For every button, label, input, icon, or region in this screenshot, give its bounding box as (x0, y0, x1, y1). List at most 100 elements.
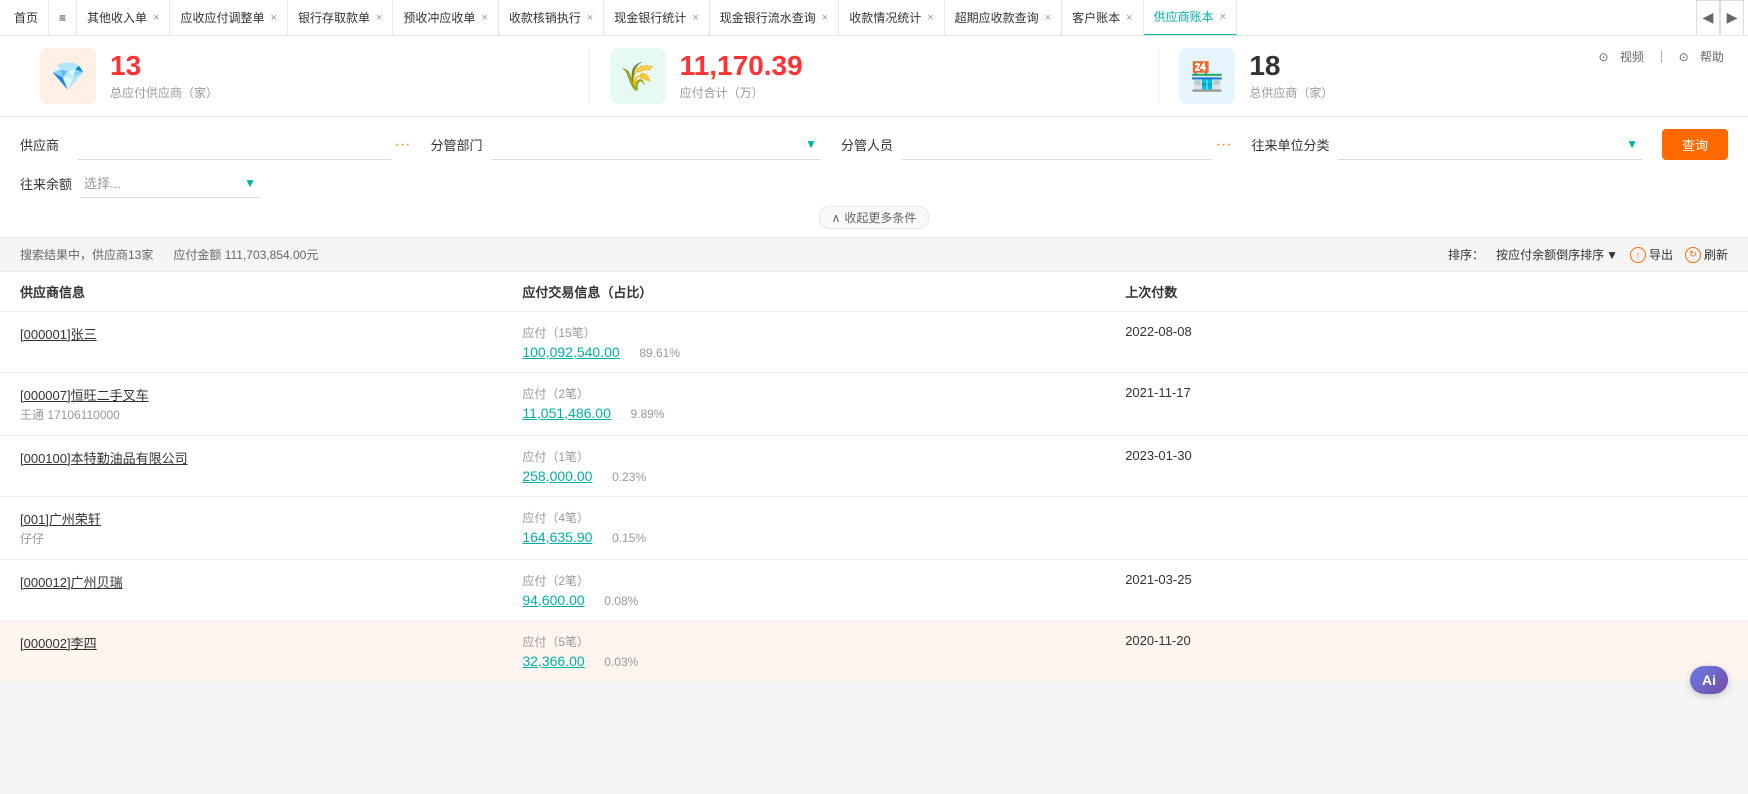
nav-tab-ar-ap-adjust-label: 应收应付调整单 (180, 9, 264, 26)
category-select-arrow-icon: ▼ (1626, 137, 1638, 151)
nav-tab-customer-ledger[interactable]: 客户账本 × (1062, 0, 1143, 36)
nav-tab-ar-ap-adjust[interactable]: 应收应付调整单 × (170, 0, 287, 36)
filter-item-dept: 分管部门 ▼ (431, 130, 822, 160)
nav-tab-home[interactable]: 首页 (4, 0, 49, 36)
filter-label-balance: 往来余额 (20, 174, 72, 193)
filter-label-category: 往来单位分类 (1252, 135, 1330, 154)
transaction-label-4: 应付（4笔） (522, 509, 1125, 526)
filter-item-supplier: 供应商 ··· (20, 130, 411, 160)
balance-select-arrow-icon: ▼ (244, 176, 256, 190)
transaction-label-1: 应付（15笔） (522, 324, 1125, 341)
nav-tab-supplier-ledger-close[interactable]: × (1220, 11, 1226, 23)
nav-tab-cash-bank-stat-label: 现金银行统计 (614, 9, 686, 26)
refresh-button[interactable]: ↻ 刷新 (1685, 246, 1728, 263)
search-button[interactable]: 查询 (1662, 129, 1728, 160)
nav-tab-menu[interactable]: ≡ (49, 0, 77, 36)
last-payment-date-1: 2022-08-08 (1125, 324, 1192, 339)
last-payment-2: 2021-11-17 (1125, 385, 1527, 400)
transaction-info-1: 应付（15笔） 100,092,540.00 89.61% (522, 324, 1125, 360)
table-header: 供应商信息 应付交易信息（占比） 上次付数 (0, 272, 1748, 312)
sort-label: 排序： (1448, 246, 1484, 263)
supplier-info-2: [000007]恒旺二手叉车 王通 17106110000 (20, 385, 522, 423)
dept-select[interactable]: ▼ (491, 130, 821, 160)
sort-arrow-icon: ▼ (1606, 248, 1618, 262)
last-payment-date-3: 2023-01-30 (1125, 448, 1192, 463)
supplier-link-4[interactable]: [001]广州荣轩 (20, 509, 522, 528)
supplier-info-6: [000002]李四 (20, 633, 522, 652)
supplier-info-4: [001]广州荣轩 仔仔 (20, 509, 522, 547)
help-link[interactable]: 帮助 (1700, 50, 1724, 64)
transaction-amount-1[interactable]: 100,092,540.00 (522, 344, 619, 360)
table-row: [000001]张三 应付（15笔） 100,092,540.00 89.61%… (0, 312, 1748, 373)
supplier-link-5[interactable]: [000012]广州贝瑞 (20, 572, 522, 591)
video-icon: ⊙ (1598, 50, 1608, 64)
person-dots-icon[interactable]: ··· (1216, 136, 1232, 154)
collapse-button[interactable]: ∧ 收起更多条件 (819, 206, 930, 229)
transaction-amount-3[interactable]: 258,000.00 (522, 468, 592, 484)
collapse-label: 收起更多条件 (844, 209, 916, 226)
nav-tab-overdue-ar[interactable]: 超期应收款查询 × (945, 0, 1062, 36)
ai-badge[interactable]: Ai (1690, 666, 1728, 694)
transaction-amount-5[interactable]: 94,600.00 (522, 592, 584, 608)
supplier-info-3: [000100]本特勤油品有限公司 (20, 448, 522, 467)
transaction-info-4: 应付（4笔） 164,635.90 0.15% (522, 509, 1125, 545)
nav-tab-cash-bank-flow-close[interactable]: × (822, 12, 828, 24)
supplier-link-6[interactable]: [000002]李四 (20, 633, 522, 652)
person-input[interactable] (901, 130, 1212, 160)
nav-tab-supplier-ledger[interactable]: 供应商账本 × (1144, 0, 1237, 36)
transaction-amount-4[interactable]: 164,635.90 (522, 529, 592, 545)
col-header-extra (1527, 282, 1728, 301)
nav-tab-receipt-verify[interactable]: 收款核销执行 × (499, 0, 604, 36)
nav-tab-cash-bank-flow-label: 现金银行流水查询 (720, 9, 816, 26)
col-header-transaction: 应付交易信息（占比） (522, 282, 1125, 301)
supplier-link-3[interactable]: [000100]本特勤油品有限公司 (20, 448, 522, 467)
last-payment-1: 2022-08-08 (1125, 324, 1527, 339)
nav-tab-cash-bank-flow[interactable]: 现金银行流水查询 × (710, 0, 839, 36)
supplier-link-1[interactable]: [000001]张三 (20, 324, 522, 343)
transaction-pct-6: 0.03% (604, 655, 638, 669)
category-select[interactable]: ▼ (1338, 130, 1642, 160)
nav-tab-customer-ledger-close[interactable]: × (1126, 12, 1132, 24)
filter-label-person: 分管人员 (841, 135, 893, 154)
table-row: [000002]李四 应付（5笔） 32,366.00 0.03% 2020-1… (0, 621, 1748, 682)
transaction-amount-2[interactable]: 11,051,486.00 (522, 405, 611, 421)
nav-tab-overdue-ar-close[interactable]: × (1045, 12, 1051, 24)
results-bar: 搜索结果中，供应商13家 应付金额 111,703,854.00元 排序： 按应… (0, 238, 1748, 272)
export-button[interactable]: ↑ 导出 (1630, 246, 1673, 263)
nav-tab-customer-ledger-label: 客户账本 (1072, 9, 1120, 26)
stat-item-suppliers-payable: 💎 13 总应付供应商（家） (20, 48, 589, 104)
nav-arrow-left[interactable]: ◀ (1696, 0, 1720, 36)
nav-tab-receipt-stat[interactable]: 收款情况统计 × (839, 0, 944, 36)
nav-tab-other-income-close[interactable]: × (153, 12, 159, 24)
transaction-pct-5: 0.08% (604, 594, 638, 608)
nav-tab-prepay-ar-close[interactable]: × (481, 12, 487, 24)
nav-tab-bank-deposit-close[interactable]: × (376, 12, 382, 24)
nav-tab-prepay-ar[interactable]: 预收冲应收单 × (393, 0, 498, 36)
transaction-amount-6[interactable]: 32,366.00 (522, 653, 584, 669)
balance-select[interactable]: 选择... ▼ (80, 168, 260, 198)
nav-arrow-right[interactable]: ▶ (1720, 0, 1744, 36)
nav-tab-ar-ap-adjust-close[interactable]: × (271, 12, 277, 24)
stat-label-1: 总应付供应商（家） (110, 84, 218, 101)
divider: ｜ (1655, 50, 1667, 64)
sort-select[interactable]: 按应付余额倒序排序 ▼ (1496, 246, 1618, 263)
table-row: [000100]本特勤油品有限公司 应付（1笔） 258,000.00 0.23… (0, 436, 1748, 497)
nav-tab-receipt-verify-close[interactable]: × (587, 12, 593, 24)
nav-tab-bank-deposit[interactable]: 银行存取款单 × (288, 0, 393, 36)
supplier-dots-icon[interactable]: ··· (395, 136, 411, 154)
nav-tab-receipt-stat-close[interactable]: × (927, 12, 933, 24)
filter-area: 供应商 ··· 分管部门 ▼ 分管人员 ··· 往来单位分类 ▼ 查询 (0, 117, 1748, 238)
transaction-pct-3: 0.23% (612, 470, 646, 484)
filter-label-supplier: 供应商 (20, 135, 70, 154)
nav-tab-other-income[interactable]: 其他收入单 × (77, 0, 170, 36)
supplier-input[interactable] (78, 130, 391, 160)
last-payment-date-5: 2021-03-25 (1125, 572, 1192, 587)
supplier-link-2[interactable]: [000007]恒旺二手叉车 (20, 385, 522, 404)
last-payment-3: 2023-01-30 (1125, 448, 1527, 463)
last-payment-5: 2021-03-25 (1125, 572, 1527, 587)
video-link[interactable]: 视频 (1620, 50, 1644, 64)
transaction-label-3: 应付（1笔） (522, 448, 1125, 465)
nav-tab-cash-bank-stat[interactable]: 现金银行统计 × (604, 0, 709, 36)
dept-select-arrow-icon: ▼ (805, 137, 817, 151)
nav-tab-cash-bank-stat-close[interactable]: × (692, 12, 698, 24)
